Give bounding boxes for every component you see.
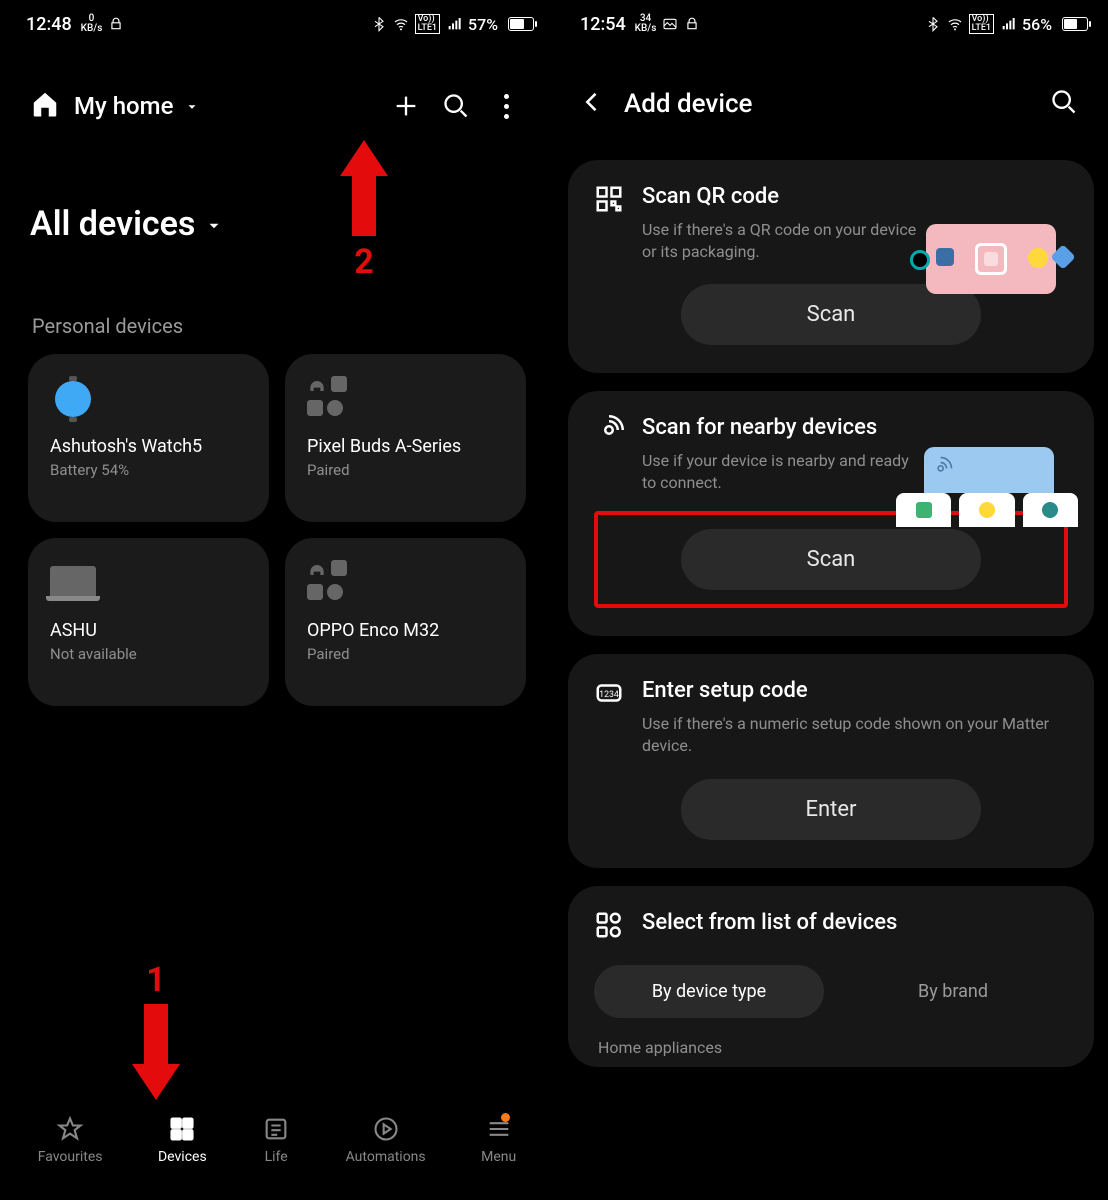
- radar-icon: [594, 415, 624, 445]
- annotation-arrow-2: 2: [340, 140, 388, 282]
- card-title: Scan for nearby devices: [642, 415, 922, 440]
- page-header: Add device: [554, 48, 1108, 150]
- search-button[interactable]: [1050, 88, 1078, 120]
- lock-icon: [684, 16, 700, 32]
- status-bar: 12:54 34 KB/s Vo))LTE1 56%: [554, 0, 1108, 48]
- card-scan-nearby: Scan for nearby devices Use if your devi…: [568, 391, 1094, 636]
- chevron-down-icon: [185, 92, 199, 120]
- tab-by-brand[interactable]: By brand: [838, 965, 1068, 1018]
- watch-icon: [55, 381, 91, 417]
- nearby-illustration: [892, 447, 1082, 527]
- nav-menu[interactable]: Menu: [481, 1115, 516, 1165]
- chevron-down-icon: [205, 204, 223, 244]
- code-icon: 1234: [594, 678, 624, 708]
- card-select-list: Select from list of devices By device ty…: [568, 886, 1094, 1067]
- card-description: Use if there's a QR code on your device …: [642, 219, 922, 262]
- device-grid: Ashutosh's Watch5 Battery 54% Pixel Buds…: [0, 354, 554, 706]
- card-title: Enter setup code: [642, 678, 1062, 703]
- bottom-nav: Favourites Devices Life Automations Menu: [0, 1100, 554, 1200]
- device-title: ASHU: [50, 620, 247, 641]
- battery-percent: 57%: [468, 15, 498, 34]
- card-scan-qr: Scan QR code Use if there's a QR code on…: [568, 160, 1094, 373]
- nav-life[interactable]: Life: [262, 1115, 290, 1165]
- signal-icon: [1000, 16, 1016, 32]
- annotation-arrow-1: 1: [132, 960, 180, 1100]
- device-subtitle: Battery 54%: [50, 461, 247, 479]
- list-icon: [594, 910, 624, 940]
- status-time: 12:54: [580, 14, 626, 35]
- volte-icon: Vo))LTE1: [415, 14, 440, 34]
- search-button[interactable]: [438, 88, 474, 124]
- nav-label: Devices: [158, 1149, 207, 1165]
- card-title: Scan QR code: [642, 184, 922, 209]
- back-button[interactable]: [578, 88, 606, 120]
- section-home-appliances: Home appliances: [594, 1018, 1068, 1057]
- battery-icon: [508, 17, 534, 31]
- home-icon: [30, 89, 60, 123]
- nav-automations[interactable]: Automations: [346, 1115, 426, 1165]
- device-title: Ashutosh's Watch5: [50, 436, 247, 457]
- device-card-pixel-buds[interactable]: Pixel Buds A-Series Paired: [285, 354, 526, 522]
- bluetooth-icon: [371, 16, 387, 32]
- wifi-icon: [393, 16, 409, 32]
- nav-label: Favourites: [38, 1149, 103, 1165]
- enter-code-button[interactable]: Enter: [681, 779, 981, 840]
- location-dropdown[interactable]: My home: [74, 92, 199, 120]
- network-speed: 0 KB/s: [81, 14, 103, 34]
- card-title: Select from list of devices: [642, 910, 897, 935]
- battery-percent: 56%: [1022, 15, 1052, 34]
- device-title: OPPO Enco M32: [307, 620, 504, 641]
- laptop-icon: [50, 566, 96, 596]
- scan-nearby-button[interactable]: Scan: [681, 529, 981, 590]
- nav-favourites[interactable]: Favourites: [38, 1115, 103, 1165]
- device-subtitle: Not available: [50, 645, 247, 663]
- status-bar: 12:48 0 KB/s Vo))LTE1 57%: [0, 0, 554, 48]
- screen-devices: 12:48 0 KB/s Vo))LTE1 57%: [0, 0, 554, 1200]
- svg-text:1234: 1234: [599, 690, 619, 700]
- app-header: My home: [0, 48, 554, 144]
- signal-icon: [446, 16, 462, 32]
- device-subtitle: Paired: [307, 645, 504, 663]
- card-setup-code: 1234 Enter setup code Use if there's a n…: [568, 654, 1094, 867]
- wifi-icon: [947, 16, 963, 32]
- volte-icon: Vo))LTE1: [969, 14, 994, 34]
- earbuds-icon: [307, 560, 351, 600]
- device-card-watch[interactable]: Ashutosh's Watch5 Battery 54%: [28, 354, 269, 522]
- card-description: Use if your device is nearby and ready t…: [642, 450, 922, 493]
- screen-add-device: 12:54 34 KB/s Vo))LTE1 56%: [554, 0, 1108, 1200]
- network-speed: 34 KB/s: [635, 14, 657, 34]
- add-button[interactable]: [388, 88, 424, 124]
- more-menu-button[interactable]: [488, 88, 524, 124]
- section-personal-devices: Personal devices: [0, 274, 554, 354]
- earbuds-icon: [307, 376, 351, 416]
- qr-icon: [594, 184, 624, 214]
- lock-icon: [108, 16, 124, 32]
- nav-label: Automations: [346, 1149, 426, 1165]
- bluetooth-icon: [925, 16, 941, 32]
- device-subtitle: Paired: [307, 461, 504, 479]
- page-title: Add device: [624, 89, 1032, 119]
- nav-devices[interactable]: Devices: [158, 1115, 207, 1165]
- nav-label: Life: [265, 1149, 288, 1165]
- gallery-icon: [662, 16, 678, 32]
- device-card-ashu[interactable]: ASHU Not available: [28, 538, 269, 706]
- battery-icon: [1062, 17, 1088, 31]
- device-title: Pixel Buds A-Series: [307, 436, 504, 457]
- nav-label: Menu: [481, 1149, 516, 1165]
- device-card-oppo-enco[interactable]: OPPO Enco M32 Paired: [285, 538, 526, 706]
- status-time: 12:48: [26, 14, 72, 35]
- card-description: Use if there's a numeric setup code show…: [642, 713, 1062, 756]
- tab-by-device-type[interactable]: By device type: [594, 965, 824, 1018]
- filter-dropdown[interactable]: All devices: [0, 144, 554, 274]
- qr-illustration: [906, 220, 1076, 300]
